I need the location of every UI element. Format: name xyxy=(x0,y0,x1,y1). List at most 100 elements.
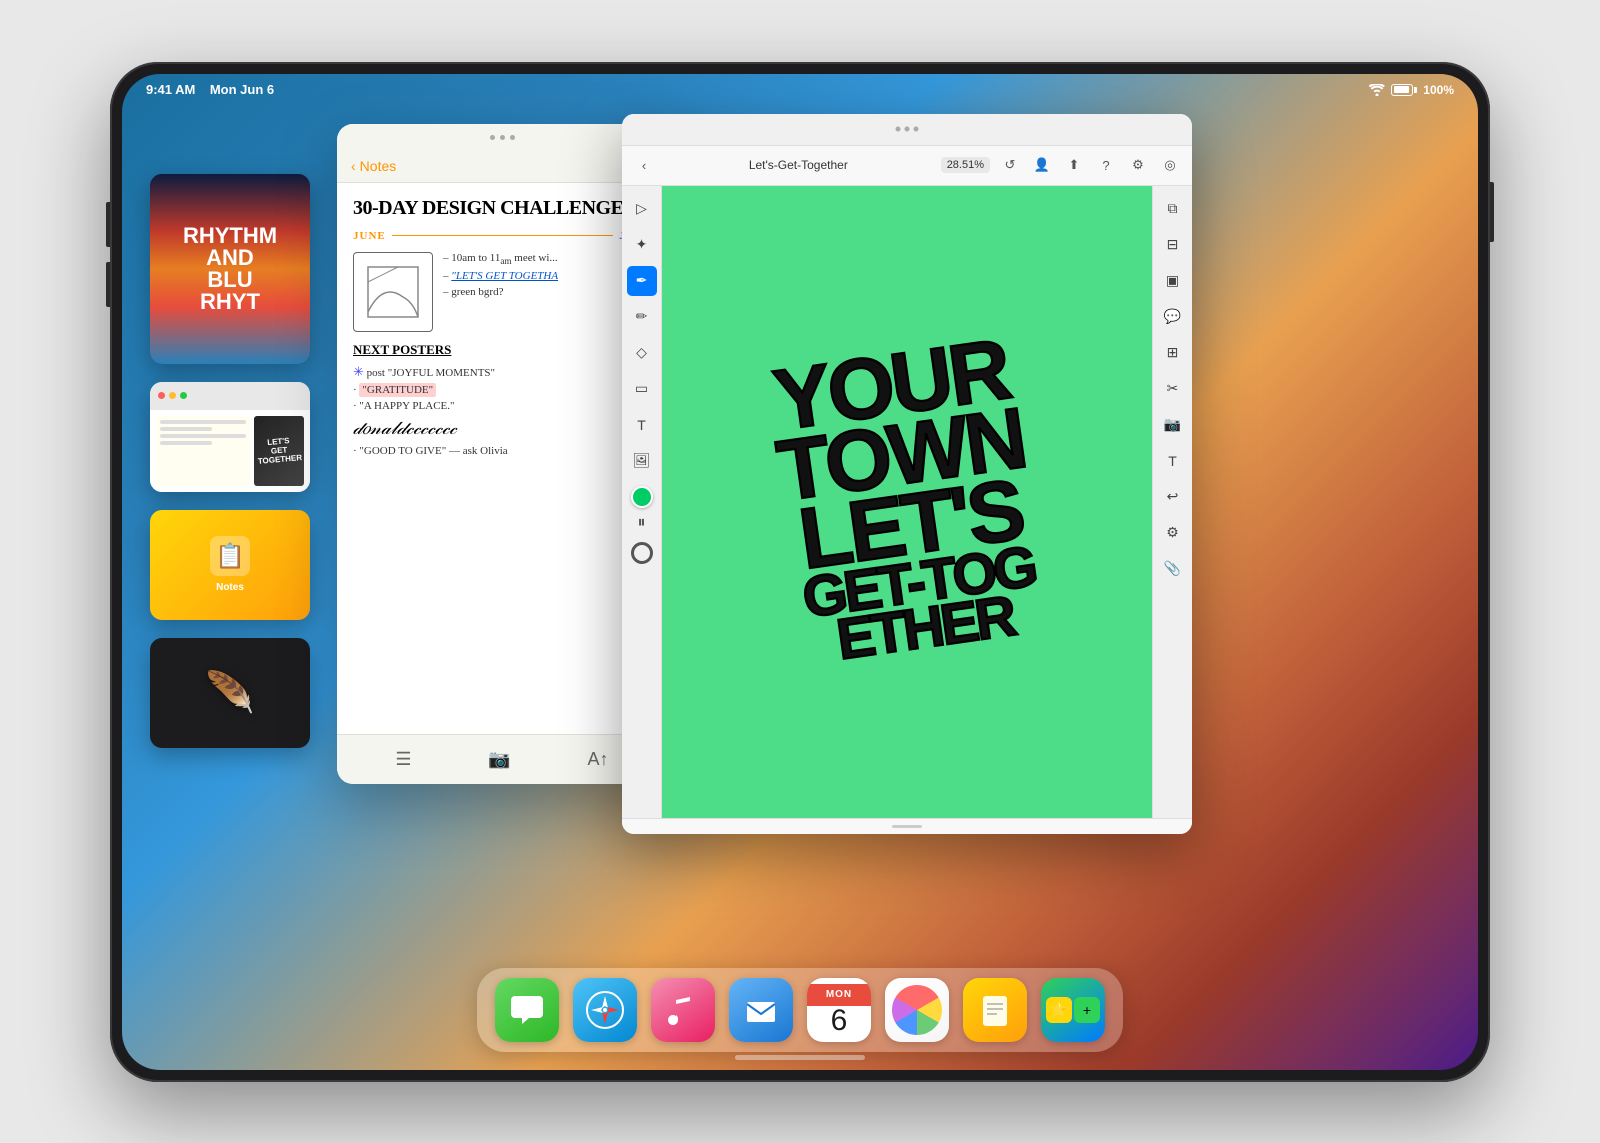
comments-button[interactable]: 💬 xyxy=(1158,302,1188,332)
help-button[interactable]: ? xyxy=(1094,153,1118,177)
checklist-icon[interactable]: ☰ xyxy=(395,749,411,770)
image-tool[interactable]: 🖼 xyxy=(627,446,657,476)
mini-app-preview-2[interactable]: LET'SGETTOGETHER xyxy=(150,382,310,492)
extras-star-icon: ⭐ xyxy=(1046,997,1072,1023)
text-tool[interactable]: T xyxy=(627,410,657,440)
circle-tool[interactable] xyxy=(627,538,657,568)
arrow-tool[interactable]: ▷ xyxy=(627,194,657,224)
extras-plus-icon: + xyxy=(1074,997,1100,1023)
undo-right-button[interactable]: ↩ xyxy=(1158,482,1188,512)
camera-toolbar-icon[interactable]: 📷 xyxy=(488,749,510,770)
mail-icon xyxy=(741,990,781,1030)
affinity-handle-dot-2 xyxy=(905,127,910,132)
transform-button[interactable]: ⊞ xyxy=(1158,338,1188,368)
layers-button[interactable]: ⧉ xyxy=(1158,194,1188,224)
notes-document-title: 30-DAY DESIGN CHALLENGE xyxy=(353,197,651,220)
notes-poster-item-3: · "A HAPPY PLACE." xyxy=(353,400,651,412)
persona-button[interactable]: ◎ xyxy=(1158,153,1182,177)
notes-window[interactable]: ‹ Notes 30-DAY DESIGN CHALLENGE JUNE JUL… xyxy=(337,124,667,784)
affinity-document-title: Let's-Get-Together xyxy=(664,158,933,172)
back-button[interactable]: ‹ xyxy=(632,153,656,177)
notes-poster-item-1: ✳ post "JOYFUL MOMENTS" xyxy=(353,364,651,380)
user-button[interactable]: 👤 xyxy=(1030,153,1054,177)
pen-tool[interactable]: ✒ xyxy=(627,266,657,296)
notes-header: ‹ Notes xyxy=(337,152,667,183)
mini-app-preview-4[interactable]: 🪶 xyxy=(150,638,310,748)
notes-toolbar: ☰ 📷 A↑ xyxy=(337,734,667,784)
music-icon xyxy=(663,990,703,1030)
affinity-handle-dot-1 xyxy=(896,127,901,132)
mask-button[interactable]: ▣ xyxy=(1158,266,1188,296)
notes-top-bar xyxy=(337,124,667,152)
affinity-body: ▷ ✦ ✒ ✏ ◇ ▭ T 🖼 ⏸ xyxy=(622,186,1192,818)
node-tool[interactable]: ✦ xyxy=(627,230,657,260)
mini-app-preview-1[interactable]: RhythmandBluRhyt xyxy=(150,174,310,364)
notes-sketch-area: – 10am to 11am meet wi... – "LET'S GET T… xyxy=(353,252,651,332)
affinity-window[interactable]: ‹ Let's-Get-Together 28.51% ↺ 👤 ⬆ ? ⚙ ◎ … xyxy=(622,114,1192,834)
notes-window-handle xyxy=(490,135,515,140)
affinity-titlebar xyxy=(622,114,1192,146)
dock-mail-icon[interactable] xyxy=(729,978,793,1042)
messages-icon xyxy=(507,990,547,1030)
notes-icon xyxy=(975,990,1015,1030)
notes-sketch-box xyxy=(353,252,433,332)
pencil-tool[interactable]: ✏ xyxy=(627,302,657,332)
affinity-right-toolbar: ⧉ ⊟ ▣ 💬 ⊞ ✂ 📷 T ↩ ⚙ 📎 xyxy=(1152,186,1192,818)
artwork-container: YOUR TOWN LET'S GET-TOG ETHER xyxy=(662,186,1152,818)
artwork-typography: YOUR TOWN LET'S GET-TOG ETHER xyxy=(763,333,1050,669)
mini-app-preview-3[interactable]: 📋 Notes xyxy=(150,510,310,620)
ipad-device: 9:41 AM Mon Jun 6 100% xyxy=(110,62,1490,1082)
gear-right-button[interactable]: ⚙ xyxy=(1158,518,1188,548)
power-button[interactable] xyxy=(1490,182,1494,242)
handle-dot-3 xyxy=(510,135,515,140)
dock-safari-icon[interactable] xyxy=(573,978,637,1042)
gratitude-text: "GRATITUDE" xyxy=(359,383,436,397)
affinity-window-handle xyxy=(896,127,919,132)
handle-dot-2 xyxy=(500,135,505,140)
battery-percentage: 100% xyxy=(1423,83,1454,97)
undo-button[interactable]: ↺ xyxy=(998,153,1022,177)
wifi-icon xyxy=(1369,84,1385,96)
calendar-day-label: MON xyxy=(807,984,871,1006)
chevron-left-icon: ‹ xyxy=(351,158,356,174)
dock-calendar-icon[interactable]: MON 6 xyxy=(807,978,871,1042)
adjustments-button[interactable]: ⊟ xyxy=(1158,230,1188,260)
clip-button[interactable]: 📎 xyxy=(1158,554,1188,584)
cut-button[interactable]: ✂ xyxy=(1158,374,1188,404)
volume-up-button[interactable] xyxy=(106,202,110,247)
notes-section-title: NEXT POSTERS xyxy=(353,342,651,358)
ipad-screen: 9:41 AM Mon Jun 6 100% xyxy=(122,74,1478,1070)
settings-button[interactable]: ⚙ xyxy=(1126,153,1150,177)
status-right-group: 100% xyxy=(1369,83,1454,97)
notes-timeline: JUNE JULY xyxy=(353,230,651,242)
notes-back-button[interactable]: ‹ Notes xyxy=(351,158,653,174)
share-button[interactable]: ⬆ xyxy=(1062,153,1086,177)
affinity-resize-handle[interactable] xyxy=(892,825,922,828)
dock-extras-icon[interactable]: ⭐ + xyxy=(1041,978,1105,1042)
dock-music-icon[interactable] xyxy=(651,978,715,1042)
home-indicator[interactable] xyxy=(735,1055,865,1060)
dock-messages-icon[interactable] xyxy=(495,978,559,1042)
dock-photos-icon[interactable] xyxy=(885,978,949,1042)
handle-dot-1 xyxy=(490,135,495,140)
color-well[interactable] xyxy=(631,486,653,508)
pause-icon[interactable]: ⏸ xyxy=(637,514,645,532)
erase-tool[interactable]: ◇ xyxy=(627,338,657,368)
notes-schedule-item-1: – 10am to 11am meet wi... xyxy=(443,252,651,266)
timeline-start: JUNE xyxy=(353,230,386,242)
notes-section-posters: NEXT POSTERS ✳ post "JOYFUL MOMENTS" · "… xyxy=(353,342,651,457)
rect-tool[interactable]: ▭ xyxy=(627,374,657,404)
volume-down-button[interactable] xyxy=(106,262,110,307)
camera-right-button[interactable]: 📷 xyxy=(1158,410,1188,440)
notes-last-item: · "GOOD TO GIVE" — ask Olivia xyxy=(353,445,651,457)
notes-schedule-list: – 10am to 11am meet wi... – "LET'S GET T… xyxy=(443,252,651,332)
affinity-canvas: YOUR TOWN LET'S GET-TOG ETHER xyxy=(662,186,1152,818)
asterisk-icon: ✳ xyxy=(353,364,364,379)
typography-button[interactable]: T xyxy=(1158,446,1188,476)
timeline-separator xyxy=(392,235,614,236)
dock-notes-icon[interactable] xyxy=(963,978,1027,1042)
affinity-left-toolbar: ▷ ✦ ✒ ✏ ◇ ▭ T 🖼 ⏸ xyxy=(622,186,662,818)
text-format-icon[interactable]: A↑ xyxy=(588,749,609,770)
battery-icon xyxy=(1391,84,1417,96)
affinity-zoom-level[interactable]: 28.51% xyxy=(941,157,990,173)
